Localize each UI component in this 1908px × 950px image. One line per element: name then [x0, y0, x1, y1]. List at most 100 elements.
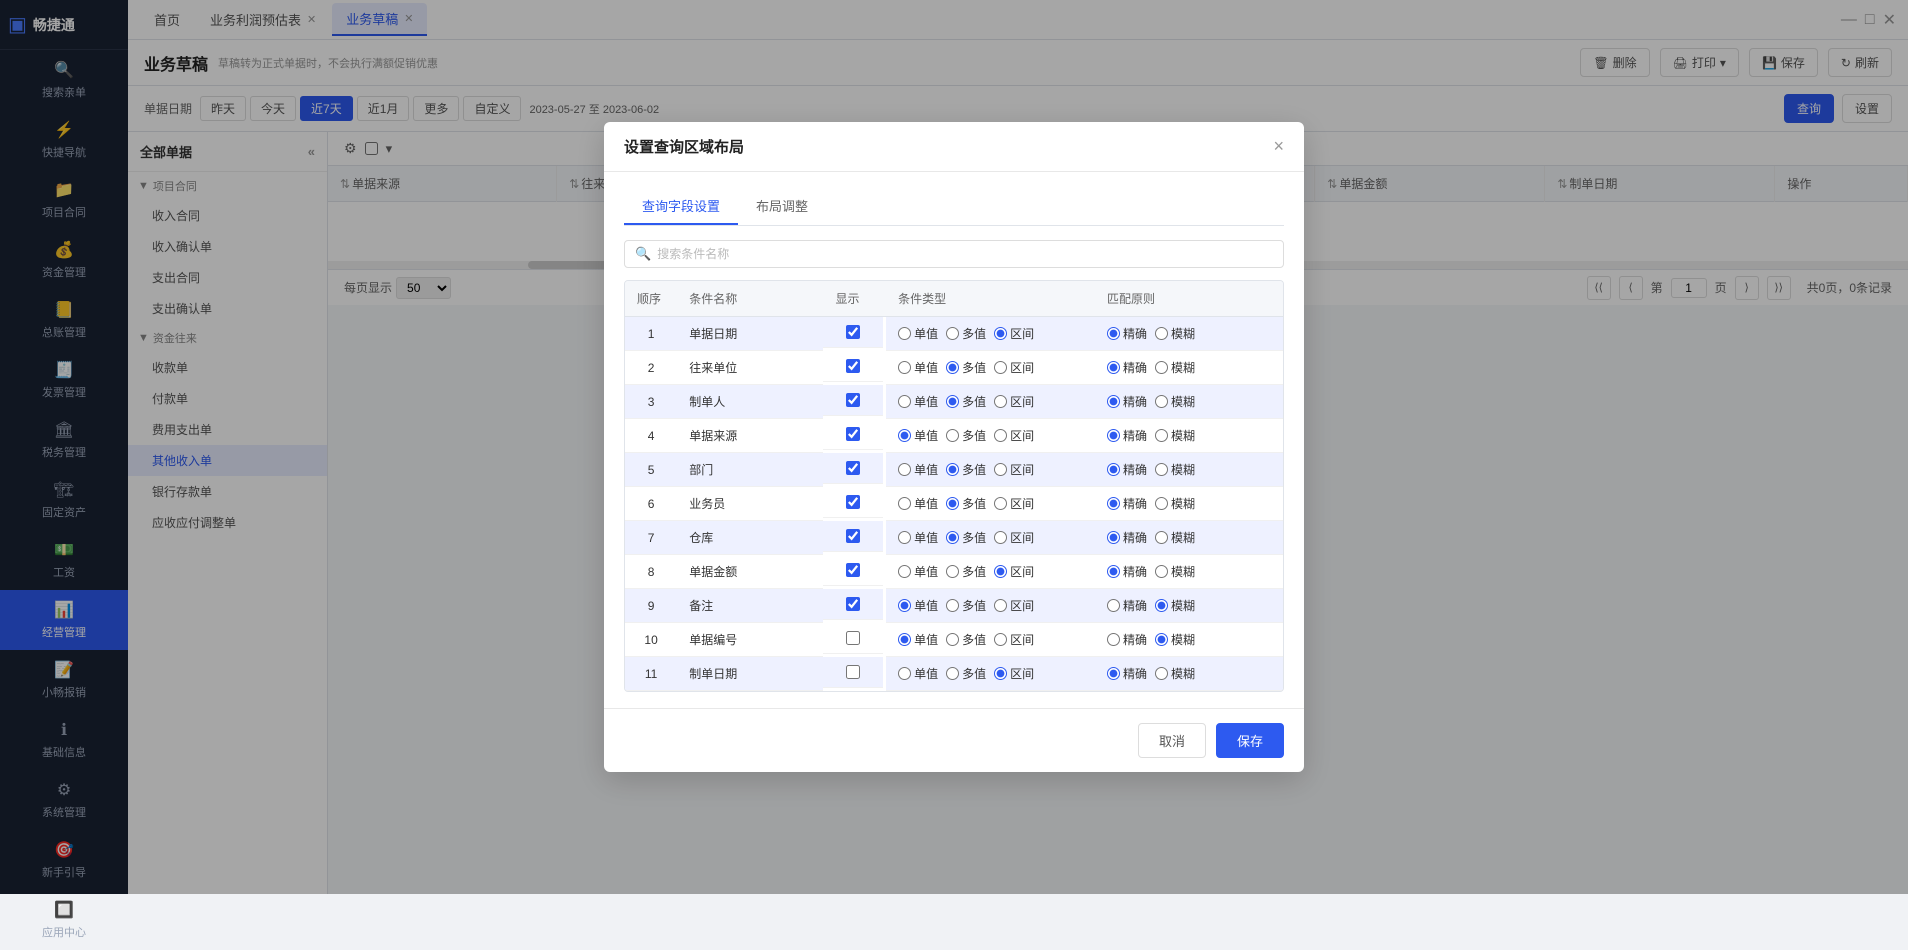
radio-range-label[interactable]: 区间 [994, 597, 1034, 614]
radio-fuzzy-label[interactable]: 模糊 [1155, 597, 1195, 614]
modal-search-input[interactable] [657, 247, 1273, 261]
radio-single-label[interactable]: 单值 [898, 325, 938, 342]
radio-multi[interactable] [946, 599, 959, 612]
radio-exact[interactable] [1107, 667, 1120, 680]
radio-range[interactable] [994, 497, 1007, 510]
radio-fuzzy-label[interactable]: 模糊 [1155, 461, 1195, 478]
radio-single-label[interactable]: 单值 [898, 495, 938, 512]
radio-exact-label[interactable]: 精确 [1107, 563, 1147, 580]
row-show-checkbox[interactable] [846, 393, 860, 407]
radio-exact-label[interactable]: 精确 [1107, 665, 1147, 682]
radio-exact-label[interactable]: 精确 [1107, 495, 1147, 512]
radio-range[interactable] [994, 395, 1007, 408]
radio-single-label[interactable]: 单值 [898, 665, 938, 682]
radio-multi[interactable] [946, 497, 959, 510]
radio-fuzzy-label[interactable]: 模糊 [1155, 665, 1195, 682]
radio-multi-label[interactable]: 多值 [946, 461, 986, 478]
row-show-checkbox[interactable] [846, 665, 860, 679]
radio-fuzzy-label[interactable]: 模糊 [1155, 495, 1195, 512]
radio-range-label[interactable]: 区间 [994, 529, 1034, 546]
modal-tab-查询字段设置[interactable]: 查询字段设置 [624, 188, 738, 225]
row-show-checkbox[interactable] [846, 495, 860, 509]
radio-multi[interactable] [946, 361, 959, 374]
radio-exact[interactable] [1107, 599, 1120, 612]
radio-range[interactable] [994, 463, 1007, 476]
row-show-checkbox[interactable] [846, 325, 860, 339]
radio-range[interactable] [994, 565, 1007, 578]
radio-single[interactable] [898, 667, 911, 680]
radio-single[interactable] [898, 565, 911, 578]
radio-range-label[interactable]: 区间 [994, 495, 1034, 512]
radio-range[interactable] [994, 429, 1007, 442]
radio-exact[interactable] [1107, 395, 1120, 408]
radio-range-label[interactable]: 区间 [994, 393, 1034, 410]
radio-multi[interactable] [946, 667, 959, 680]
radio-fuzzy[interactable] [1155, 599, 1168, 612]
radio-multi[interactable] [946, 565, 959, 578]
radio-exact-label[interactable]: 精确 [1107, 427, 1147, 444]
radio-multi[interactable] [946, 395, 959, 408]
radio-range-label[interactable]: 区间 [994, 631, 1034, 648]
sidebar-item-app-center[interactable]: 🔲应用中心 [0, 890, 128, 950]
radio-exact-label[interactable]: 精确 [1107, 359, 1147, 376]
modal-close-button[interactable]: × [1273, 136, 1284, 157]
radio-fuzzy-label[interactable]: 模糊 [1155, 563, 1195, 580]
radio-single-label[interactable]: 单值 [898, 393, 938, 410]
radio-single[interactable] [898, 395, 911, 408]
radio-single-label[interactable]: 单值 [898, 631, 938, 648]
radio-fuzzy-label[interactable]: 模糊 [1155, 529, 1195, 546]
radio-range[interactable] [994, 361, 1007, 374]
radio-range[interactable] [994, 599, 1007, 612]
radio-exact-label[interactable]: 精确 [1107, 529, 1147, 546]
radio-exact[interactable] [1107, 327, 1120, 340]
radio-multi-label[interactable]: 多值 [946, 393, 986, 410]
radio-fuzzy[interactable] [1155, 565, 1168, 578]
radio-fuzzy[interactable] [1155, 463, 1168, 476]
radio-multi[interactable] [946, 463, 959, 476]
radio-single-label[interactable]: 单值 [898, 597, 938, 614]
radio-single[interactable] [898, 497, 911, 510]
radio-multi-label[interactable]: 多值 [946, 563, 986, 580]
radio-range[interactable] [994, 633, 1007, 646]
radio-range-label[interactable]: 区间 [994, 563, 1034, 580]
radio-single[interactable] [898, 599, 911, 612]
radio-multi[interactable] [946, 531, 959, 544]
radio-single[interactable] [898, 361, 911, 374]
radio-fuzzy[interactable] [1155, 531, 1168, 544]
radio-multi[interactable] [946, 633, 959, 646]
radio-multi-label[interactable]: 多值 [946, 325, 986, 342]
radio-exact-label[interactable]: 精确 [1107, 597, 1147, 614]
radio-range-label[interactable]: 区间 [994, 325, 1034, 342]
row-show-checkbox[interactable] [846, 631, 860, 645]
radio-fuzzy[interactable] [1155, 497, 1168, 510]
radio-multi-label[interactable]: 多值 [946, 359, 986, 376]
radio-single[interactable] [898, 463, 911, 476]
radio-multi-label[interactable]: 多值 [946, 495, 986, 512]
row-show-checkbox[interactable] [846, 597, 860, 611]
radio-range[interactable] [994, 531, 1007, 544]
radio-range-label[interactable]: 区间 [994, 665, 1034, 682]
row-show-checkbox[interactable] [846, 461, 860, 475]
modal-cancel-button[interactable]: 取消 [1138, 723, 1206, 758]
radio-single-label[interactable]: 单值 [898, 563, 938, 580]
radio-single[interactable] [898, 327, 911, 340]
radio-fuzzy[interactable] [1155, 667, 1168, 680]
radio-fuzzy-label[interactable]: 模糊 [1155, 631, 1195, 648]
modal-save-button[interactable]: 保存 [1216, 723, 1284, 758]
radio-single-label[interactable]: 单值 [898, 359, 938, 376]
radio-single-label[interactable]: 单值 [898, 461, 938, 478]
radio-multi-label[interactable]: 多值 [946, 597, 986, 614]
radio-multi-label[interactable]: 多值 [946, 631, 986, 648]
radio-exact[interactable] [1107, 565, 1120, 578]
radio-multi[interactable] [946, 327, 959, 340]
radio-fuzzy[interactable] [1155, 395, 1168, 408]
radio-multi[interactable] [946, 429, 959, 442]
radio-exact[interactable] [1107, 361, 1120, 374]
modal-tab-布局调整[interactable]: 布局调整 [738, 188, 826, 225]
radio-fuzzy-label[interactable]: 模糊 [1155, 359, 1195, 376]
radio-fuzzy[interactable] [1155, 429, 1168, 442]
radio-single[interactable] [898, 531, 911, 544]
radio-range[interactable] [994, 667, 1007, 680]
radio-multi-label[interactable]: 多值 [946, 529, 986, 546]
radio-exact[interactable] [1107, 429, 1120, 442]
